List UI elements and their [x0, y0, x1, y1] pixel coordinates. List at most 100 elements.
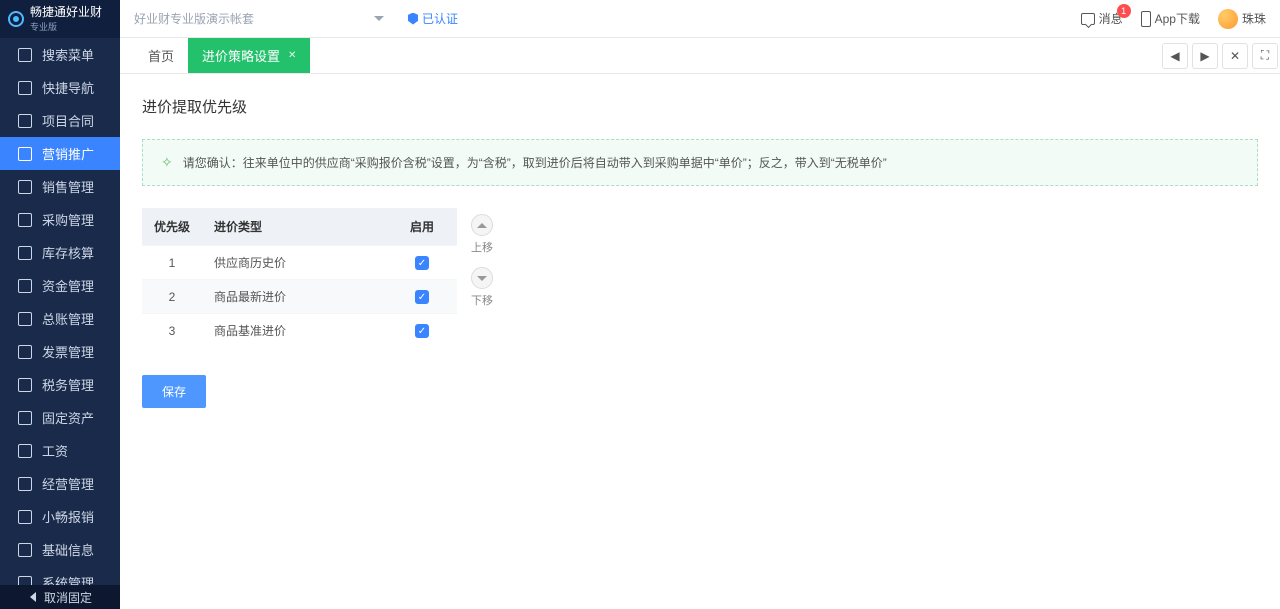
- sidebar-item[interactable]: 税务管理: [0, 368, 120, 401]
- move-down-label: 下移: [471, 292, 493, 308]
- table-row[interactable]: 1供应商历史价✓: [142, 246, 457, 280]
- arrow-up-icon: [477, 223, 487, 228]
- sidebar-item-label: 项目合同: [42, 111, 94, 130]
- priority-table: 优先级 进价类型 启用 1供应商历史价✓2商品最新进价✓3商品基准进价✓: [142, 208, 457, 347]
- page-title: 进价提取优先级: [142, 96, 1258, 117]
- cell-type: 供应商历史价: [202, 246, 387, 280]
- table-row[interactable]: 2商品最新进价 ✓: [142, 280, 457, 314]
- info-alert-text: 请您确认：往来单位中的供应商“采购报价含税”设置，为“含税”，取到进价后将自动带…: [183, 154, 887, 171]
- tab-label: 首页: [148, 46, 174, 65]
- message-icon: [1081, 13, 1095, 25]
- sidebar-item-label: 快捷导航: [42, 78, 94, 97]
- checkbox[interactable]: ✓: [415, 256, 429, 270]
- shield-icon: [408, 13, 418, 25]
- tab-next-button[interactable]: ▶: [1192, 43, 1218, 69]
- sidebar-item-label: 库存核算: [42, 243, 94, 262]
- sidebar-item[interactable]: 销售管理: [0, 170, 120, 203]
- tab-close-icon[interactable]: ✕: [288, 50, 296, 61]
- cell-enabled: ✓: [387, 246, 457, 280]
- topbar-left: 好业财专业版演示帐套 已认证: [134, 10, 458, 27]
- sidebar-item-label: 营销推广: [42, 144, 94, 163]
- menu-item-icon: [18, 444, 32, 458]
- menu-item-icon: [18, 147, 32, 161]
- sidebar-item[interactable]: 营销推广: [0, 137, 120, 170]
- tab-strip: 首页 进价策略设置 ✕ ◀ ▶ ✕ ⛶: [120, 38, 1280, 74]
- menu-item-icon: [18, 345, 32, 359]
- move-down-button[interactable]: [471, 267, 493, 289]
- cell-enabled: ✓: [387, 280, 457, 314]
- move-up-label: 上移: [471, 239, 493, 255]
- account-selector[interactable]: 好业财专业版演示帐套: [134, 10, 384, 27]
- sidebar-item-label: 固定资产: [42, 408, 94, 427]
- user-menu[interactable]: 珠珠: [1218, 9, 1266, 29]
- brand-text-wrap: 畅捷通好业财 专业版: [30, 6, 102, 33]
- tab[interactable]: 进价策略设置 ✕: [188, 38, 310, 73]
- info-alert: ✧ 请您确认：往来单位中的供应商“采购报价含税”设置，为“含税”，取到进价后将自…: [142, 139, 1258, 186]
- user-name: 珠珠: [1242, 10, 1266, 27]
- sidebar-item[interactable]: 基础信息: [0, 533, 120, 566]
- sidebar-item[interactable]: 采购管理: [0, 203, 120, 236]
- sidebar-item-label: 基础信息: [42, 540, 94, 559]
- app-download-label: App下载: [1155, 10, 1200, 27]
- tab-close-all-button[interactable]: ✕: [1222, 43, 1248, 69]
- sidebar-item-label: 资金管理: [42, 276, 94, 295]
- sidebar-item[interactable]: 工资: [0, 434, 120, 467]
- priority-table-wrap: 优先级 进价类型 启用 1供应商历史价✓2商品最新进价✓3商品基准进价✓ 上移 …: [142, 208, 1258, 347]
- move-controls: 上移 下移: [471, 208, 493, 308]
- menu-item-icon: [18, 378, 32, 392]
- menu-item-icon: [18, 543, 32, 557]
- sidebar-item[interactable]: 搜索菜单: [0, 38, 120, 71]
- sidebar-item[interactable]: 总账管理: [0, 302, 120, 335]
- col-type: 进价类型: [202, 208, 387, 246]
- arrow-down-icon: [477, 276, 487, 281]
- tab-prev-button[interactable]: ◀: [1162, 43, 1188, 69]
- move-up-button[interactable]: [471, 214, 493, 236]
- app-download-button[interactable]: App下载: [1141, 10, 1200, 27]
- messages-badge: 1: [1117, 4, 1131, 18]
- sidebar-item[interactable]: 经营管理: [0, 467, 120, 500]
- tab-label: 进价策略设置: [202, 46, 280, 65]
- save-button[interactable]: 保存: [142, 375, 206, 408]
- tab[interactable]: 首页: [134, 38, 188, 73]
- avatar-icon: [1218, 9, 1238, 29]
- checkbox[interactable]: ✓: [415, 324, 429, 338]
- sidebar-item[interactable]: 小畅报销: [0, 500, 120, 533]
- info-icon: ✧: [161, 154, 173, 171]
- verified-label: 已认证: [422, 10, 458, 27]
- brand-logo-icon: [8, 11, 24, 27]
- verified-badge[interactable]: 已认证: [408, 10, 458, 27]
- sidebar-item[interactable]: 资金管理: [0, 269, 120, 302]
- sidebar-item[interactable]: 发票管理: [0, 335, 120, 368]
- menu-item-icon: [18, 246, 32, 260]
- fullscreen-button[interactable]: ⛶: [1252, 43, 1278, 69]
- cell-type: 商品基准进价: [202, 314, 387, 348]
- cell-enabled: ✓: [387, 314, 457, 348]
- sidebar-item[interactable]: 库存核算: [0, 236, 120, 269]
- messages-button[interactable]: 消息 1: [1081, 10, 1123, 27]
- table-row[interactable]: 3商品基准进价✓: [142, 314, 457, 348]
- sidebar-item-label: 总账管理: [42, 309, 94, 328]
- checkbox[interactable]: ✓: [415, 290, 429, 304]
- sidebar-pin-toggle[interactable]: 取消固定: [0, 585, 120, 609]
- brand-subtitle: 专业版: [30, 20, 102, 33]
- col-priority: 优先级: [142, 208, 202, 246]
- menu-item-icon: [18, 114, 32, 128]
- cell-type: 商品最新进价: [202, 280, 387, 314]
- topbar-right: 消息 1 App下载 珠珠: [1081, 9, 1266, 29]
- pin-icon: [30, 592, 36, 602]
- menu-item-icon: [18, 213, 32, 227]
- sidebar-item-label: 工资: [42, 441, 68, 460]
- sidebar-item-label: 搜索菜单: [42, 45, 94, 64]
- brand-block: 畅捷通好业财 专业版: [0, 0, 120, 38]
- sidebar-item-label: 经营管理: [42, 474, 94, 493]
- menu-item-icon: [18, 510, 32, 524]
- tabs: 首页 进价策略设置 ✕: [120, 38, 310, 73]
- sidebar-item-label: 采购管理: [42, 210, 94, 229]
- sidebar-item[interactable]: 快捷导航: [0, 71, 120, 104]
- cell-priority: 2: [142, 280, 202, 314]
- sidebar-item-label: 税务管理: [42, 375, 94, 394]
- sidebar-item[interactable]: 项目合同: [0, 104, 120, 137]
- sidebar-item[interactable]: 固定资产: [0, 401, 120, 434]
- menu-item-icon: [18, 48, 32, 62]
- menu-item-icon: [18, 180, 32, 194]
